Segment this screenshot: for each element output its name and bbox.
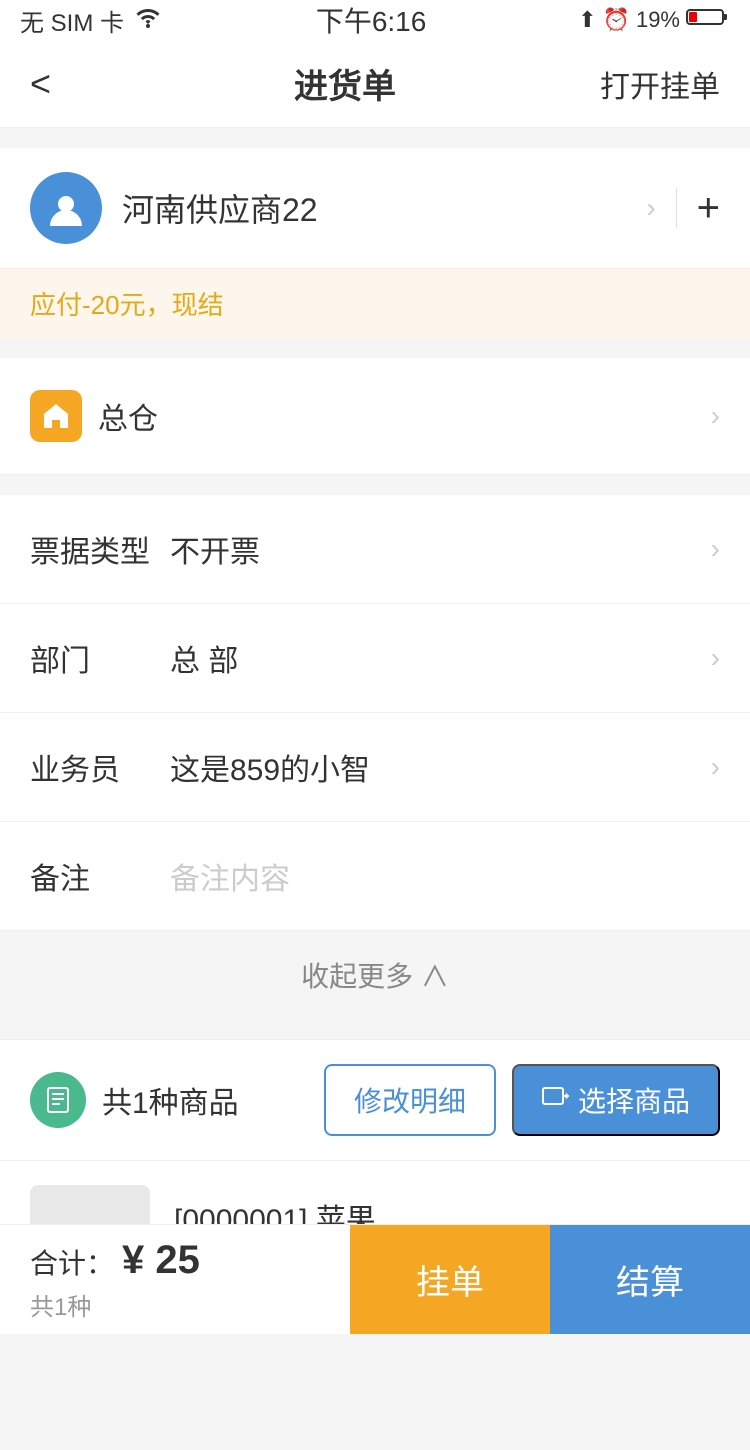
- total-amount: ¥ 25: [122, 1238, 200, 1283]
- location-icon: ⬆: [578, 7, 596, 33]
- warehouse-icon: [30, 390, 82, 442]
- salesman-row[interactable]: 业务员 这是859的小智 ›: [0, 713, 750, 822]
- invoice-type-value: 不开票: [150, 527, 711, 571]
- status-bar: 无 SIM 卡 下午6:16 ⬆ ⏰ 19%: [0, 0, 750, 40]
- product-count-icon: [30, 1072, 86, 1128]
- battery-icon: [686, 6, 730, 34]
- battery-text: 19%: [636, 7, 680, 33]
- product-count-text: 共1种商品: [102, 1078, 324, 1122]
- back-button[interactable]: <: [30, 63, 90, 105]
- collapse-more-button[interactable]: 收起更多 ∧: [0, 930, 750, 1019]
- checkout-button[interactable]: 结算: [550, 1225, 750, 1334]
- supplier-name: 河南供应商22: [122, 185, 646, 231]
- invoice-section: 票据类型 不开票 › 部门 总 部 › 业务员 这是859的小智 › 备注 备注…: [0, 495, 750, 930]
- warehouse-chevron-icon: ›: [711, 400, 720, 432]
- warehouse-row[interactable]: 总仓 ›: [0, 358, 750, 475]
- department-row[interactable]: 部门 总 部 ›: [0, 604, 750, 713]
- hang-order-label: 挂单: [416, 1255, 484, 1304]
- supplier-section: 河南供应商22 › + 应付-20元，现结: [0, 148, 750, 338]
- supplier-row[interactable]: 河南供应商22 › +: [0, 148, 750, 269]
- invoice-type-row[interactable]: 票据类型 不开票 ›: [0, 495, 750, 604]
- salesman-value: 这是859的小智: [150, 745, 711, 789]
- add-supplier-button[interactable]: +: [697, 186, 720, 231]
- invoice-chevron-icon: ›: [711, 533, 720, 565]
- open-pending-button[interactable]: 打开挂单: [600, 62, 720, 106]
- modify-detail-button[interactable]: 修改明细: [324, 1064, 496, 1136]
- section-divider-1: [0, 128, 750, 148]
- bottom-total: 合计： ¥ 25 共1种: [0, 1225, 350, 1334]
- status-time: 下午6:16: [316, 0, 427, 40]
- notice-text: 应付-20元，现结: [30, 290, 224, 320]
- remark-row[interactable]: 备注 备注内容: [0, 822, 750, 930]
- department-value: 总 部: [150, 636, 711, 680]
- carrier-text: 无 SIM 卡: [20, 3, 124, 38]
- status-right: ⬆ ⏰ 19%: [578, 6, 730, 34]
- select-product-label: 选择商品: [578, 1080, 690, 1120]
- notice-bar: 应付-20元，现结: [0, 269, 750, 338]
- section-divider-2: [0, 338, 750, 358]
- collapse-more-label: 收起更多 ∧: [301, 955, 449, 995]
- department-label: 部门: [30, 636, 150, 680]
- section-divider-4: [0, 1019, 750, 1039]
- alarm-icon: ⏰: [603, 7, 630, 33]
- hang-order-button[interactable]: 挂单: [350, 1225, 550, 1334]
- supplier-vertical-divider: [676, 188, 677, 228]
- select-product-icon: [542, 1084, 570, 1116]
- remark-placeholder: 备注内容: [150, 854, 720, 898]
- wifi-icon: [132, 6, 164, 35]
- total-label: 合计：: [30, 1242, 114, 1282]
- supplier-chevron-icon: ›: [646, 192, 655, 224]
- total-row: 合计： ¥ 25: [30, 1238, 320, 1283]
- bottom-bar: 合计： ¥ 25 共1种 挂单 结算: [0, 1224, 750, 1334]
- remark-label: 备注: [30, 854, 150, 898]
- total-sub: 共1种: [30, 1287, 320, 1322]
- checkout-label: 结算: [616, 1255, 684, 1304]
- section-divider-3: [0, 475, 750, 495]
- salesman-label: 业务员: [30, 745, 150, 789]
- page-title: 进货单: [294, 59, 396, 108]
- invoice-type-label: 票据类型: [30, 527, 150, 571]
- department-chevron-icon: ›: [711, 642, 720, 674]
- product-header: 共1种商品 修改明细 选择商品: [0, 1039, 750, 1161]
- warehouse-name: 总仓: [98, 394, 711, 438]
- supplier-avatar: [30, 172, 102, 244]
- salesman-chevron-icon: ›: [711, 751, 720, 783]
- select-product-button[interactable]: 选择商品: [512, 1064, 720, 1136]
- nav-bar: < 进货单 打开挂单: [0, 40, 750, 128]
- bottom-spacer: [0, 1330, 750, 1450]
- warehouse-section: 总仓 ›: [0, 358, 750, 475]
- status-left: 无 SIM 卡: [20, 3, 164, 38]
